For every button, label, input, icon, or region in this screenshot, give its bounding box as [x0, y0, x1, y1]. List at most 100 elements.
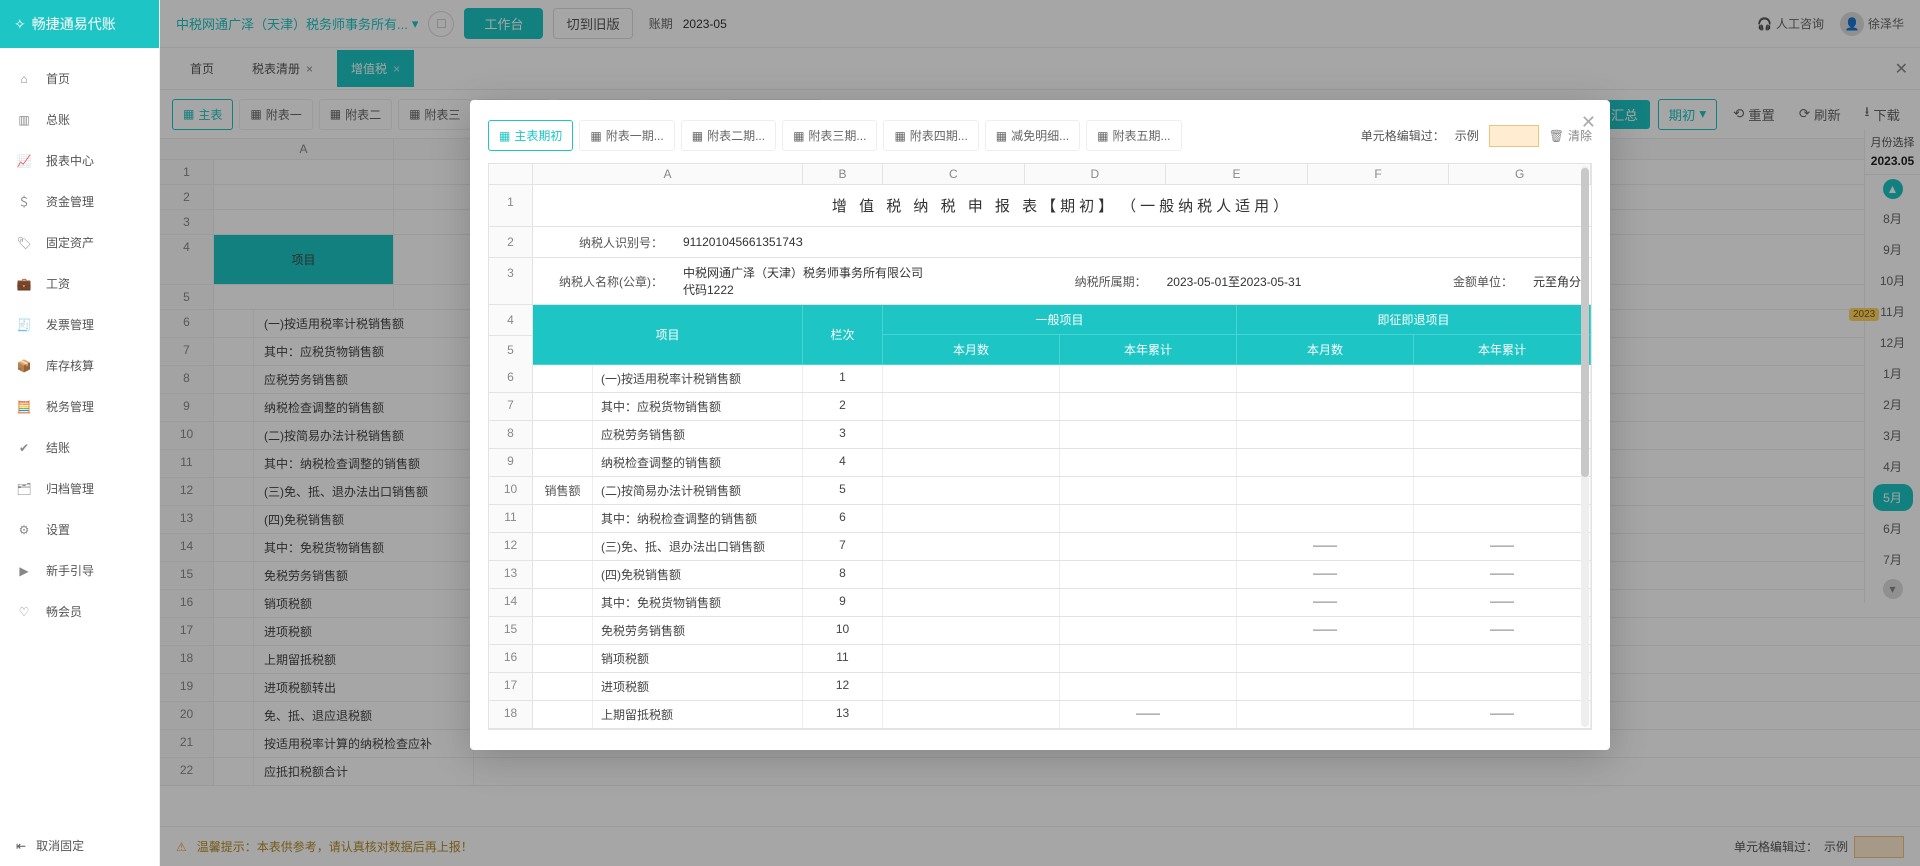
value-cell[interactable] — [1060, 393, 1237, 420]
value-cell[interactable] — [1060, 561, 1237, 588]
row-number: 12 — [489, 533, 533, 560]
value-cell[interactable] — [883, 421, 1060, 448]
value-cell[interactable] — [1060, 533, 1237, 560]
value-cell[interactable] — [1060, 617, 1237, 644]
value-cell[interactable]: —— — [1060, 701, 1237, 728]
value-cell[interactable] — [1060, 449, 1237, 476]
value-cell[interactable] — [883, 393, 1060, 420]
brand-logo: ✧ 畅捷通易代账 — [0, 0, 159, 48]
modal-tab[interactable]: ▦主表期初 — [488, 120, 573, 151]
value-cell[interactable]: —— — [1237, 533, 1414, 560]
value-cell[interactable] — [1237, 645, 1414, 672]
value-cell[interactable] — [883, 673, 1060, 700]
sidebar-item-ledger[interactable]: ▥总账 — [0, 99, 159, 140]
sidebar-item-close[interactable]: ✔结账 — [0, 427, 159, 468]
modal-close-button[interactable]: ✕ — [1581, 112, 1596, 133]
sidebar-item-fund[interactable]: ＄资金管理 — [0, 181, 159, 222]
value-cell[interactable] — [1237, 365, 1414, 392]
modal-tab[interactable]: ▦附表三期... — [782, 120, 877, 151]
value-cell[interactable] — [1060, 673, 1237, 700]
sidebar-unpin[interactable]: ⇤ 取消固定 — [0, 825, 159, 866]
value-cell[interactable] — [883, 701, 1060, 728]
value-cell[interactable] — [883, 617, 1060, 644]
value-cell[interactable] — [1237, 701, 1414, 728]
sidebar-item-label: 设置 — [46, 521, 70, 538]
value-cell[interactable] — [1237, 505, 1414, 532]
value-cell[interactable] — [1414, 505, 1591, 532]
modal-col-header: C — [883, 164, 1025, 184]
value-cell[interactable]: —— — [1237, 589, 1414, 616]
value-cell[interactable]: —— — [1414, 617, 1591, 644]
value-cell[interactable] — [1237, 393, 1414, 420]
modal-tab[interactable]: ▦减免明细... — [985, 120, 1080, 151]
modal-tab[interactable]: ▦附表四期... — [883, 120, 978, 151]
value-cell[interactable] — [883, 505, 1060, 532]
value-cell[interactable] — [883, 449, 1060, 476]
value-cell[interactable] — [1414, 421, 1591, 448]
value-cell[interactable] — [883, 561, 1060, 588]
doc-icon: ▦ — [894, 129, 905, 143]
doc-icon: ▦ — [499, 129, 510, 143]
modal-tab[interactable]: ▦附表五期... — [1086, 120, 1181, 151]
value-cell[interactable] — [883, 477, 1060, 504]
sidebar-item-label: 发票管理 — [46, 316, 94, 333]
taxid-value: 91120104566135174З — [683, 235, 803, 249]
value-cell[interactable]: —— — [1414, 589, 1591, 616]
row-number: 16 — [489, 645, 533, 672]
sidebar-item-salary[interactable]: 💼工资 — [0, 263, 159, 304]
value-cell[interactable]: —— — [1237, 561, 1414, 588]
tax-period-value: 2023-05-01至2023-05-31 — [1167, 273, 1302, 290]
scrollbar-thumb[interactable] — [1581, 168, 1589, 477]
sidebar-item-stock[interactable]: 📦库存核算 — [0, 345, 159, 386]
value-cell[interactable] — [1414, 645, 1591, 672]
table-row: 7其中：应税货物销售额2 — [489, 393, 1591, 421]
value-cell[interactable] — [1060, 365, 1237, 392]
sidebar-item-guide[interactable]: ▶新手引导 — [0, 550, 159, 591]
value-cell[interactable] — [1060, 645, 1237, 672]
sidebar-item-chart[interactable]: 📈报表中心 — [0, 140, 159, 181]
sidebar-item-gear[interactable]: ⚙设置 — [0, 509, 159, 550]
value-cell[interactable] — [1414, 673, 1591, 700]
category-cell — [533, 617, 593, 644]
sidebar-item-tax[interactable]: 🧮税务管理 — [0, 386, 159, 427]
table-row: 15免税劳务销售额10———— — [489, 617, 1591, 645]
logo-icon: ✧ — [14, 16, 26, 33]
value-cell[interactable]: —— — [1237, 617, 1414, 644]
row-number: 14 — [489, 589, 533, 616]
item-cell: 销项税额 — [593, 645, 803, 672]
value-cell[interactable] — [1237, 673, 1414, 700]
value-cell[interactable] — [1414, 365, 1591, 392]
modal-example: 示例 — [1455, 127, 1479, 144]
sidebar-item-invoice[interactable]: 🧾发票管理 — [0, 304, 159, 345]
value-cell[interactable] — [1060, 421, 1237, 448]
value-cell[interactable] — [1237, 449, 1414, 476]
value-cell[interactable] — [883, 645, 1060, 672]
value-cell[interactable] — [1060, 477, 1237, 504]
value-cell[interactable] — [1414, 477, 1591, 504]
value-cell[interactable] — [1237, 477, 1414, 504]
col-year2: 本年累计 — [1414, 335, 1591, 365]
modal-tab-label: 附表三期... — [808, 127, 866, 144]
value-cell[interactable] — [1414, 393, 1591, 420]
modal-tab[interactable]: ▦附表二期... — [681, 120, 776, 151]
scrollbar[interactable] — [1581, 166, 1589, 727]
value-cell[interactable]: —— — [1414, 533, 1591, 560]
unpin-icon: ⇤ — [16, 839, 26, 853]
col-year: 本年累计 — [1060, 335, 1237, 365]
value-cell[interactable] — [883, 533, 1060, 560]
col-index: 栏次 — [803, 305, 883, 365]
value-cell[interactable] — [1414, 449, 1591, 476]
modal-tab[interactable]: ▦附表一期... — [579, 120, 674, 151]
sidebar-item-label: 归档管理 — [46, 480, 94, 497]
sidebar-item-vip[interactable]: ♡畅会员 — [0, 591, 159, 632]
value-cell[interactable]: —— — [1414, 701, 1591, 728]
sidebar-item-home[interactable]: ⌂首页 — [0, 58, 159, 99]
value-cell[interactable]: —— — [1414, 561, 1591, 588]
value-cell[interactable] — [883, 365, 1060, 392]
value-cell[interactable] — [1060, 589, 1237, 616]
sidebar-item-archive[interactable]: 🗂归档管理 — [0, 468, 159, 509]
value-cell[interactable] — [1060, 505, 1237, 532]
sidebar-item-asset[interactable]: 🏷固定资产 — [0, 222, 159, 263]
value-cell[interactable] — [883, 589, 1060, 616]
value-cell[interactable] — [1237, 421, 1414, 448]
